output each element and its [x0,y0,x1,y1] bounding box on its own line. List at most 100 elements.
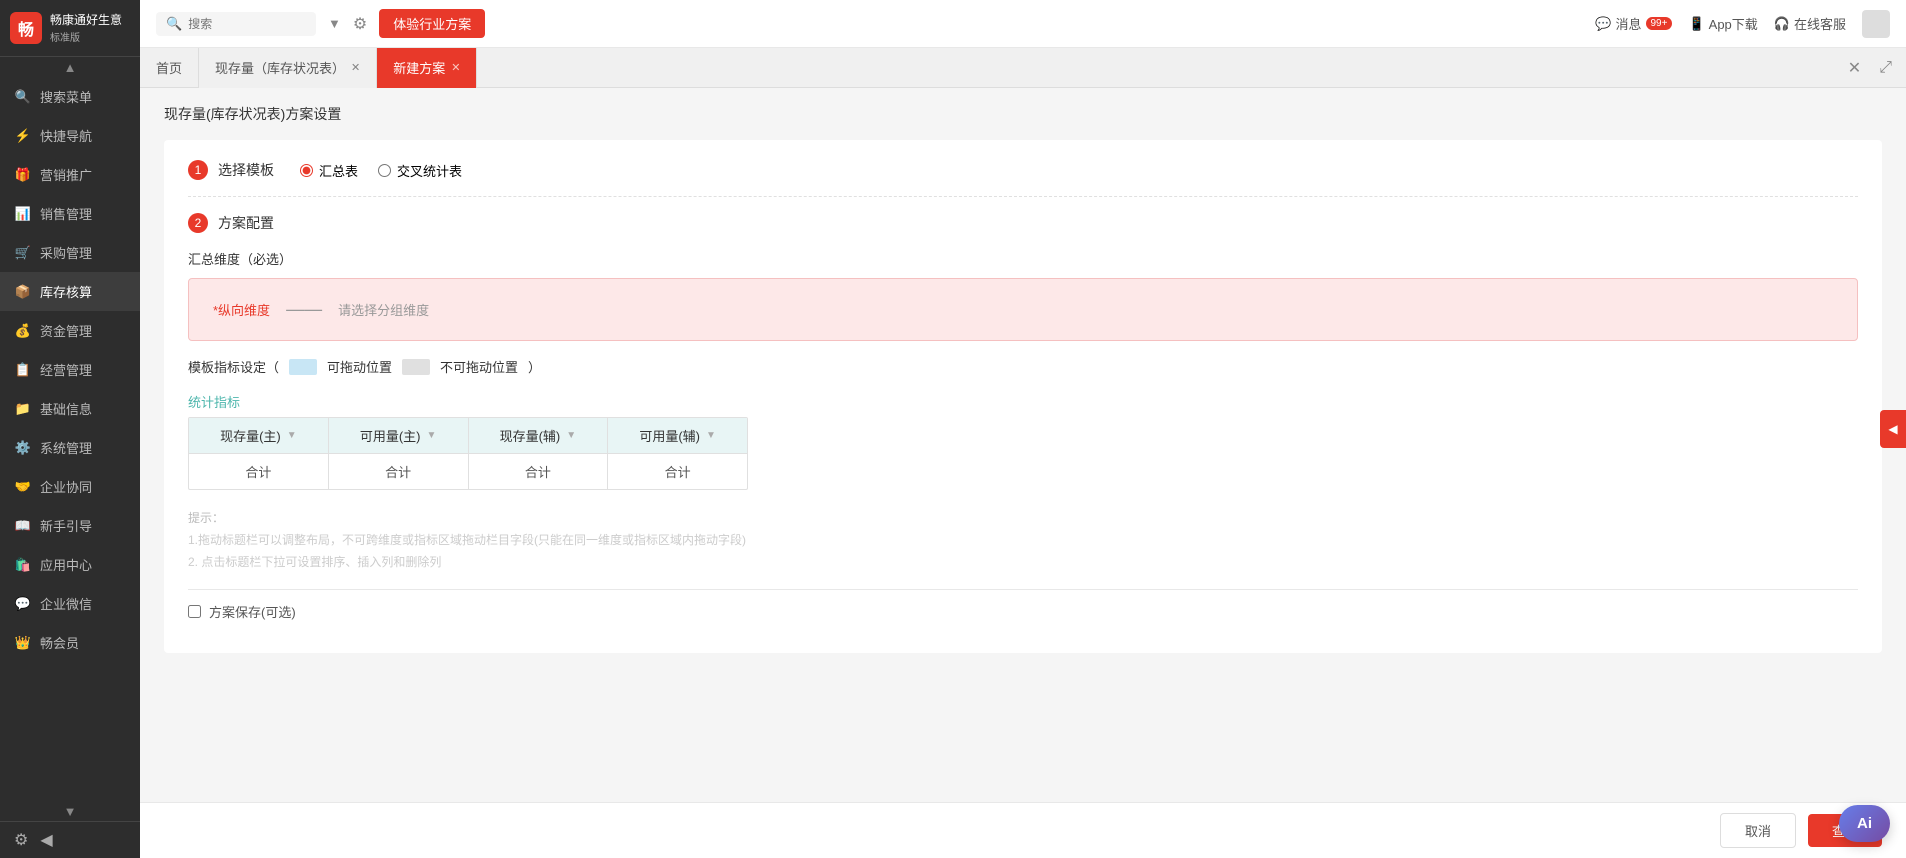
tips-item-0: 1.拖动标题栏可以调整布局，不可跨维度或指标区域拖动栏目字段(只能在同一维度或指… [188,530,1858,552]
tips-item-1: 2. 点击标题栏下拉可设置排序、插入列和删除列 [188,552,1858,574]
sidebar-item-label: 搜索菜单 [40,87,92,106]
sidebar: 畅 畅康通好生意 标准版 ▲ 🔍 搜索菜单 ⚡ 快捷导航 🎁 营销推广 📊 销售… [0,0,140,858]
sidebar-item-search[interactable]: 🔍 搜索菜单 [0,77,140,116]
tab-new-plan-label: 新建方案 [393,58,445,77]
stat-col-header-1[interactable]: 可用量(主) ▼ [329,418,469,453]
save-option: 方案保存(可选) [188,589,1858,633]
step2-row: 2 方案配置 [188,213,1858,233]
sidebar-item-label: 系统管理 [40,438,92,457]
sidebar-item-marketing[interactable]: 🎁 营销推广 [0,155,140,194]
sidebar-item-label: 资金管理 [40,321,92,340]
message-icon: 💬 [1595,16,1611,32]
finance-icon: 💰 [14,322,32,340]
online-service-button[interactable]: 🎧 在线客服 [1774,14,1846,33]
avatar[interactable] [1862,10,1890,38]
phone-icon: 📱 [1688,16,1704,32]
step2-label: 方案配置 [218,213,274,233]
step2-number: 2 [188,213,208,233]
settings-icon[interactable]: ⚙ [14,830,28,850]
sidebar-item-purchase[interactable]: 🛒 采购管理 [0,233,140,272]
radio-summary[interactable]: 汇总表 [300,161,358,180]
basic-icon: 📁 [14,400,32,418]
stat-col-header-2[interactable]: 现存量(辅) ▼ [469,418,609,453]
save-option-checkbox[interactable] [188,605,201,618]
marketing-icon: 🎁 [14,166,32,184]
close-paren: ） [528,357,541,376]
sidebar-item-finance[interactable]: 💰 资金管理 [0,311,140,350]
stat-col-header-0[interactable]: 现存量(主) ▼ [189,418,329,453]
tab-expand-button[interactable]: ⤢ [1873,57,1898,79]
sidebar-item-label: 销售管理 [40,204,92,223]
app-name: 畅康通好生意 [50,12,122,29]
enterprise-icon: 🤝 [14,478,32,496]
tab-new-plan-close-icon[interactable]: ✕ [451,61,460,74]
stat-col-caret-0: ▼ [287,430,297,441]
tab-inventory-status[interactable]: 现存量（库存状况表） ✕ [199,48,377,88]
tab-home-label: 首页 [156,58,182,77]
guide-icon: 📖 [14,517,32,535]
dropdown-chevron-icon[interactable]: ▼ [328,16,341,31]
tabbar: 首页 现存量（库存状况表） ✕ 新建方案 ✕ ✕ ⤢ [140,48,1906,88]
sidebar-item-system[interactable]: ⚙️ 系统管理 [0,428,140,467]
tab-new-plan[interactable]: 新建方案 ✕ [377,48,477,88]
sidebar-item-wechat[interactable]: 💬 企业微信 [0,584,140,623]
tabbar-actions: ✕ ⤢ [1842,56,1906,80]
ai-badge-button[interactable]: Ai [1839,805,1890,842]
step1-label: 选择模板 [218,160,274,180]
radio-cross-input[interactable] [378,164,391,177]
sidebar-item-inventory[interactable]: 📦 库存核算 [0,272,140,311]
messages-button[interactable]: 💬 消息 99+ [1595,14,1672,33]
sidebar-scroll-up[interactable]: ▲ [0,57,140,77]
template-indicator-label: 模板指标设定（ [188,357,279,376]
sidebar-item-guide[interactable]: 📖 新手引导 [0,506,140,545]
stat-table: 现存量(主) ▼ 可用量(主) ▼ 现存量(辅) ▼ 可用量(辅) [188,417,748,490]
app-download-button[interactable]: 📱 App下载 [1688,14,1757,33]
radio-summary-label: 汇总表 [319,161,358,180]
stat-col-cell-0: 合计 [189,453,329,489]
stat-table-body: 合计 合计 合计 合计 [189,453,747,489]
shortcut-icon: ⚡ [14,127,32,145]
stat-section-title: 统计指标 [188,392,1858,411]
wechat-icon: 💬 [14,595,32,613]
step1-number: 1 [188,160,208,180]
sidebar-scroll-down[interactable]: ▼ [0,801,140,821]
tab-home[interactable]: 首页 [140,48,199,88]
draggable-label: 可拖动位置 [327,357,392,376]
tips-title: 提示： [188,509,1858,526]
topbar-search-box[interactable]: 🔍 [156,12,316,36]
template-indicator: 模板指标设定（ 可拖动位置 不可拖动位置 ） [188,357,1858,376]
stat-col-header-label-3: 可用量(辅) [639,426,700,445]
messages-badge: 99+ [1646,17,1673,30]
step2-section: 2 方案配置 汇总维度（必选） *纵向维度 —— 请选择分组维度 模板指标设定（… [188,213,1858,573]
sidebar-item-label: 库存核算 [40,282,92,301]
stat-col-header-label-2: 现存量(辅) [500,426,561,445]
trial-button[interactable]: 体验行业方案 [379,9,485,38]
sidebar-item-enterprise[interactable]: 🤝 企业协同 [0,467,140,506]
sidebar-item-appstore[interactable]: 🛍️ 应用中心 [0,545,140,584]
stat-col-header-3[interactable]: 可用量(辅) ▼ [608,418,747,453]
right-float-button[interactable]: ◀ [1880,410,1906,448]
tab-inventory-close-icon[interactable]: ✕ [351,61,360,74]
inventory-icon: 📦 [14,283,32,301]
cancel-button[interactable]: 取消 [1720,813,1796,848]
dim-dash: —— [286,299,322,320]
search-icon: 🔍 [166,16,182,32]
section-card: 1 选择模板 汇总表 交叉统计表 2 方案 [164,140,1882,653]
sidebar-item-basic[interactable]: 📁 基础信息 [0,389,140,428]
sidebar-item-vip[interactable]: 👑 畅会员 [0,623,140,662]
sidebar-item-operation[interactable]: 📋 经营管理 [0,350,140,389]
sidebar-item-sales[interactable]: 📊 销售管理 [0,194,140,233]
tab-close-button[interactable]: ✕ [1842,56,1867,80]
save-option-label: 方案保存(可选) [209,602,296,621]
search-input[interactable] [188,17,288,31]
stat-col-header-label-1: 可用量(主) [360,426,421,445]
dimension-area[interactable]: *纵向维度 —— 请选择分组维度 [188,278,1858,341]
gear-icon[interactable]: ⚙ [353,14,367,34]
content-area: 现存量(库存状况表)方案设置 1 选择模板 汇总表 交叉统计表 [140,88,1906,802]
collapse-icon[interactable]: ◀ [40,830,52,850]
app-version: 标准版 [50,29,122,44]
radio-summary-input[interactable] [300,164,313,177]
radio-cross[interactable]: 交叉统计表 [378,161,462,180]
operation-icon: 📋 [14,361,32,379]
sidebar-item-shortcut[interactable]: ⚡ 快捷导航 [0,116,140,155]
